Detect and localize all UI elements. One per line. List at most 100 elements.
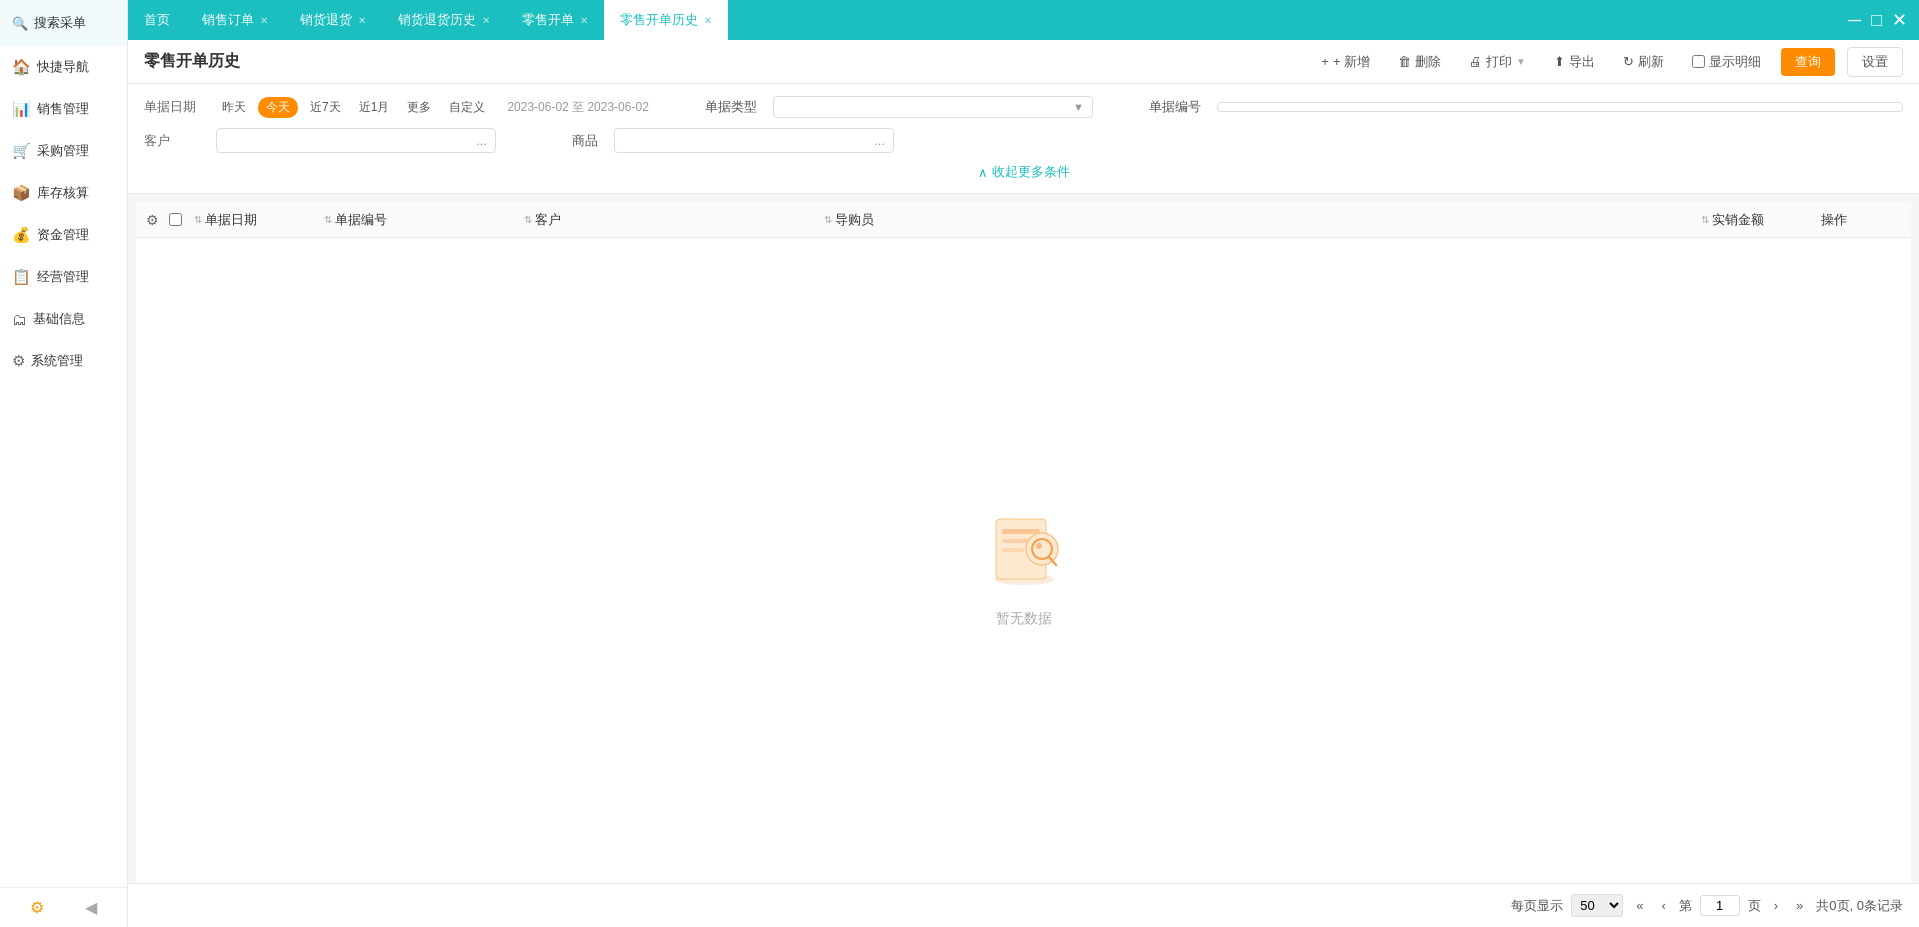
search-icon: 🔍 xyxy=(12,16,28,31)
sidebar-item-sales-mgmt[interactable]: 📊 销售管理 xyxy=(0,88,127,130)
sys-icon: ⚙ xyxy=(12,352,25,370)
main-content: 首页 销售订单 ✕ 销货退货 ✕ 销货退货历史 ✕ 零售开单 ✕ 零售开单历史 … xyxy=(128,0,1919,927)
next-page-button[interactable]: › xyxy=(1769,896,1783,915)
select-all-checkbox[interactable] xyxy=(169,213,182,226)
add-button[interactable]: + + 新增 xyxy=(1313,49,1378,75)
last7-btn[interactable]: 近7天 xyxy=(304,97,347,118)
sidebar-item-purchase-mgmt[interactable]: 🛒 采购管理 xyxy=(0,130,127,172)
sidebar-item-base-info-label: 基础信息 xyxy=(33,310,85,328)
more-btn[interactable]: 更多 xyxy=(401,97,437,118)
sidebar-item-quick-nav[interactable]: 🏠 快捷导航 xyxy=(0,46,127,88)
print-button[interactable]: 🖨 打印 ▼ xyxy=(1461,49,1534,75)
page-label-text: 第 xyxy=(1679,897,1692,915)
table-settings-icon[interactable]: ⚙ xyxy=(146,212,159,228)
query-label: 查询 xyxy=(1795,53,1821,71)
close-tab-sales-return[interactable]: ✕ xyxy=(358,15,366,26)
close-tab-retail-open-history[interactable]: ✕ xyxy=(704,15,712,26)
collapse-filter-button[interactable]: ∧ 收起更多条件 xyxy=(978,163,1070,181)
sidebar-item-inventory-label: 库存核算 xyxy=(37,184,89,202)
close-tab-sales-return-history[interactable]: ✕ xyxy=(482,15,490,26)
query-button[interactable]: 查询 xyxy=(1781,48,1835,76)
window-min-button[interactable]: ─ xyxy=(1848,10,1861,31)
export-button[interactable]: ⬆ 导出 xyxy=(1546,49,1603,75)
doc-type-select[interactable]: ▼ xyxy=(773,96,1093,118)
col-header-amount[interactable]: ⇅ 实销金额 xyxy=(1701,211,1821,229)
tab-sales-return[interactable]: 销货退货 ✕ xyxy=(284,0,382,40)
doc-type-label: 单据类型 xyxy=(705,98,757,116)
window-max-button[interactable]: □ xyxy=(1871,10,1882,31)
refresh-button[interactable]: ↻ 刷新 xyxy=(1615,49,1672,75)
sidebar-item-base-info[interactable]: 🗂 基础信息 xyxy=(0,298,127,340)
settings-label: 设置 xyxy=(1862,53,1888,71)
sidebar-item-sys-mgmt[interactable]: ⚙ 系统管理 xyxy=(0,340,127,382)
tab-retail-open-history[interactable]: 零售开单历史 ✕ xyxy=(604,0,728,40)
table-columns: ⇅ 单据日期 ⇅ 单据编号 ⇅ 客户 ⇅ 导购员 ⇅ 实销 xyxy=(194,211,1901,229)
export-icon: ⬆ xyxy=(1554,54,1565,69)
sidebar-item-finance-label: 资金管理 xyxy=(37,226,89,244)
tab-sales-order[interactable]: 销售订单 ✕ xyxy=(186,0,284,40)
doc-type-arrow-icon: ▼ xyxy=(1073,101,1084,113)
col-header-guide[interactable]: ⇅ 导购员 xyxy=(824,211,1024,229)
ops-icon: 📋 xyxy=(12,268,31,286)
col-header-customer[interactable]: ⇅ 客户 xyxy=(524,211,824,229)
customer-input[interactable]: ... xyxy=(216,128,496,153)
custom-btn[interactable]: 自定义 xyxy=(443,97,491,118)
tab-retail-open-label: 零售开单 xyxy=(522,11,574,29)
close-tab-sales-order[interactable]: ✕ xyxy=(260,15,268,26)
last-month-btn[interactable]: 近1月 xyxy=(353,97,396,118)
display-detail-button[interactable]: 显示明细 xyxy=(1684,49,1769,75)
delete-button[interactable]: 🗑 删除 xyxy=(1390,49,1449,75)
svg-rect-4 xyxy=(1002,548,1024,552)
sidebar-search[interactable]: 🔍 搜索采单 xyxy=(0,0,127,46)
tab-home[interactable]: 首页 xyxy=(128,0,186,40)
yesterday-btn[interactable]: 昨天 xyxy=(216,97,252,118)
first-page-button[interactable]: « xyxy=(1631,896,1648,915)
goods-dots[interactable]: ... xyxy=(874,133,885,148)
prev-page-button[interactable]: ‹ xyxy=(1656,896,1670,915)
cart-icon: 🛒 xyxy=(12,142,31,160)
delete-label: 删除 xyxy=(1415,53,1441,71)
print-arrow-icon: ▼ xyxy=(1516,56,1526,67)
doc-num-input[interactable] xyxy=(1217,102,1903,112)
col-header-date[interactable]: ⇅ 单据日期 xyxy=(194,211,324,229)
sort-icon-amount: ⇅ xyxy=(1701,214,1709,225)
customer-dots[interactable]: ... xyxy=(476,133,487,148)
window-close-button[interactable]: ✕ xyxy=(1892,9,1907,31)
tab-sales-return-history[interactable]: 销货退货历史 ✕ xyxy=(382,0,506,40)
add-icon: + xyxy=(1321,54,1329,69)
col-customer-label: 客户 xyxy=(535,211,561,229)
col-date-label: 单据日期 xyxy=(205,211,257,229)
refresh-label: 刷新 xyxy=(1638,53,1664,71)
today-btn[interactable]: 今天 xyxy=(258,97,298,118)
sidebar-item-finance[interactable]: 💰 资金管理 xyxy=(0,214,127,256)
display-detail-checkbox[interactable] xyxy=(1692,55,1705,68)
sidebar-item-sales-mgmt-label: 销售管理 xyxy=(37,100,89,118)
filter-row-2: 客户 ... 商品 ... xyxy=(144,128,1903,153)
empty-illustration xyxy=(974,494,1074,594)
delete-icon: 🗑 xyxy=(1398,54,1411,69)
current-page-input[interactable] xyxy=(1700,895,1740,916)
display-detail-label: 显示明细 xyxy=(1709,53,1761,71)
base-icon: 🗂 xyxy=(12,311,27,328)
customer-filter-label: 客户 xyxy=(144,132,200,150)
sidebar-item-inventory[interactable]: 📦 库存核算 xyxy=(0,172,127,214)
tab-retail-open[interactable]: 零售开单 ✕ xyxy=(506,0,604,40)
toolbar: 零售开单历史 + + 新增 🗑 删除 🖨 打印 ▼ ⬆ 导出 ↻ 刷新 xyxy=(128,40,1919,84)
sort-icon: ⇅ xyxy=(194,214,202,225)
sort-icon-num: ⇅ xyxy=(324,214,332,225)
goods-input[interactable]: ... xyxy=(614,128,894,153)
settings-button[interactable]: 设置 xyxy=(1847,47,1903,77)
collapse-sidebar-button[interactable]: ◀ xyxy=(85,898,97,917)
last-page-button[interactable]: » xyxy=(1791,896,1808,915)
table-header-bar: ⚙ ⇅ 单据日期 ⇅ 单据编号 ⇅ 客户 ⇅ 导购员 xyxy=(136,202,1911,238)
close-tab-retail-open[interactable]: ✕ xyxy=(580,15,588,26)
sidebar-item-quick-nav-label: 快捷导航 xyxy=(37,58,89,76)
svg-point-8 xyxy=(1036,543,1042,549)
settings-bottom-button[interactable]: ⚙ xyxy=(30,898,44,917)
sidebar-search-label: 搜索采单 xyxy=(34,14,86,32)
sidebar-item-sys-mgmt-label: 系统管理 xyxy=(31,352,83,370)
per-page-select[interactable]: 50 20 100 xyxy=(1571,894,1623,917)
col-header-num[interactable]: ⇅ 单据编号 xyxy=(324,211,524,229)
tab-retail-open-history-label: 零售开单历史 xyxy=(620,11,698,29)
sidebar-item-ops-mgmt[interactable]: 📋 经营管理 xyxy=(0,256,127,298)
